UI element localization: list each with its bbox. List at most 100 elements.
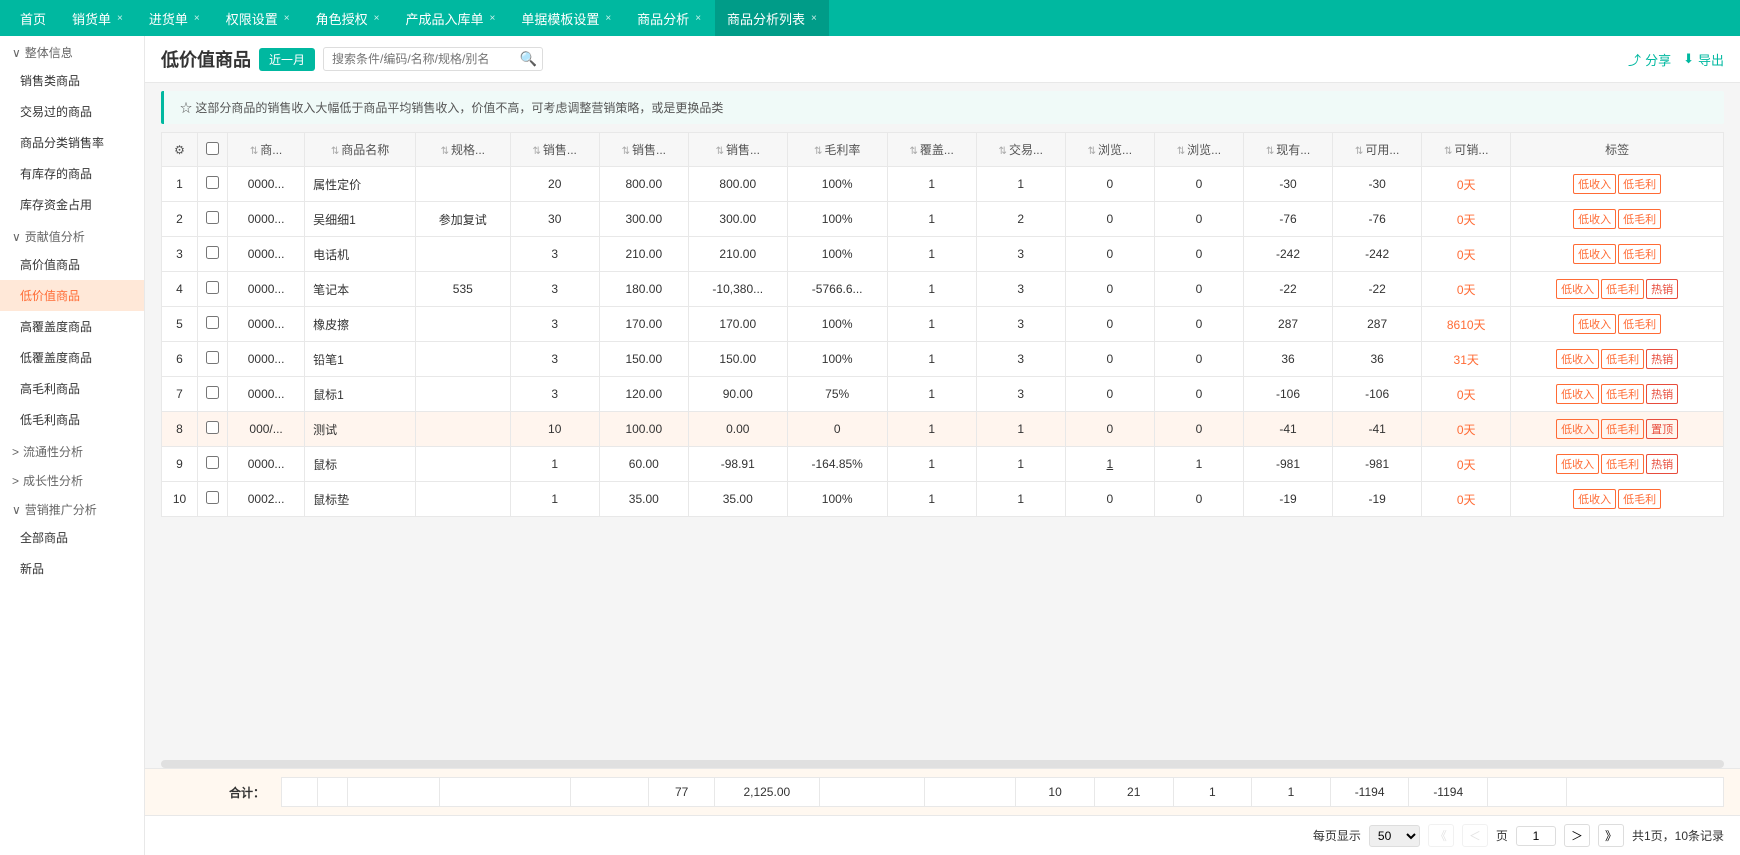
sidebar-item-traded-products[interactable]: 交易过的商品 — [0, 96, 144, 127]
row-name[interactable]: 吴细细1 — [305, 202, 416, 237]
row-checkbox[interactable] — [198, 342, 228, 377]
nav-product-stock[interactable]: 产成品入库单 × — [393, 0, 507, 36]
sidebar-item-stock-capital[interactable]: 库存资金占用 — [0, 189, 144, 220]
nav-template-settings[interactable]: 单据模板设置 × — [509, 0, 623, 36]
sidebar-item-high-coverage[interactable]: 高覆盖度商品 — [0, 311, 144, 342]
row-select-checkbox[interactable] — [206, 421, 219, 434]
col-name[interactable]: 商品名称 — [305, 133, 416, 167]
search-input[interactable] — [323, 47, 543, 71]
nav-home[interactable]: 首页 — [8, 0, 58, 36]
next-page-button[interactable]: ＞ — [1564, 824, 1590, 847]
period-button[interactable]: 近一月 — [259, 48, 315, 71]
nav-permissions[interactable]: 权限设置 × — [214, 0, 302, 36]
sidebar-item-all-products[interactable]: 全部商品 — [0, 522, 144, 553]
row-select-checkbox[interactable] — [206, 246, 219, 259]
col-stock3[interactable]: 可销... — [1422, 133, 1511, 167]
row-name[interactable]: 测试 — [305, 412, 416, 447]
sidebar-item-category-rate[interactable]: 商品分类销售率 — [0, 127, 144, 158]
settings-icon[interactable]: ⚙ — [174, 143, 185, 157]
sidebar-group-growth[interactable]: > 成长性分析 — [0, 464, 144, 493]
row-select-checkbox[interactable] — [206, 211, 219, 224]
col-browse1[interactable]: 浏览... — [1065, 133, 1154, 167]
row-name[interactable]: 电话机 — [305, 237, 416, 272]
row-checkbox[interactable] — [198, 412, 228, 447]
nav-close-product-analysis[interactable]: × — [695, 13, 701, 24]
row-browse1[interactable]: 0 — [1065, 307, 1154, 342]
sidebar-group-overall[interactable]: ∨ 整体信息 — [0, 36, 144, 65]
nav-product-analysis-list[interactable]: 商品分析列表 × — [715, 0, 829, 36]
nav-sales-order[interactable]: 销货单 × — [60, 0, 135, 36]
nav-purchase-order[interactable]: 进货单 × — [137, 0, 212, 36]
row-name[interactable]: 铅笔1 — [305, 342, 416, 377]
col-stock2[interactable]: 可用... — [1333, 133, 1422, 167]
row-select-checkbox[interactable] — [206, 176, 219, 189]
row-select-checkbox[interactable] — [206, 386, 219, 399]
row-name[interactable]: 鼠标垫 — [305, 482, 416, 517]
row-checkbox[interactable] — [198, 377, 228, 412]
col-stock1[interactable]: 现有... — [1243, 133, 1332, 167]
row-checkbox[interactable] — [198, 447, 228, 482]
first-page-button[interactable]: 《 — [1428, 824, 1454, 847]
col-amount[interactable]: 销售... — [599, 133, 688, 167]
sidebar-group-marketing[interactable]: ∨ 营销推广分析 — [0, 493, 144, 522]
col-margin[interactable]: 毛利率 — [787, 133, 887, 167]
page-size-select[interactable]: 50 10 20 100 — [1369, 825, 1420, 847]
page-number-input[interactable] — [1516, 826, 1556, 846]
row-browse1[interactable]: 0 — [1065, 412, 1154, 447]
sidebar-group-circulation[interactable]: > 流通性分析 — [0, 435, 144, 464]
row-name[interactable]: 笔记本 — [305, 272, 416, 307]
row-browse1[interactable]: 0 — [1065, 342, 1154, 377]
row-name[interactable]: 鼠标 — [305, 447, 416, 482]
share-button[interactable]: ⤴ 分享 — [1628, 50, 1671, 69]
row-checkbox[interactable] — [198, 307, 228, 342]
row-browse1[interactable]: 0 — [1065, 167, 1154, 202]
sidebar-item-high-value[interactable]: 高价值商品 — [0, 249, 144, 280]
row-select-checkbox[interactable] — [206, 316, 219, 329]
row-select-checkbox[interactable] — [206, 456, 219, 469]
sidebar-item-sales-products[interactable]: 销售类商品 — [0, 65, 144, 96]
nav-close-product-analysis-list[interactable]: × — [811, 13, 817, 24]
table-wrapper[interactable]: ⚙ 商... 商品名称 规格... 销售... 销售... 销售... 毛利率 … — [145, 132, 1740, 760]
nav-product-analysis[interactable]: 商品分析 × — [625, 0, 713, 36]
select-all-checkbox[interactable] — [206, 142, 219, 155]
sidebar-item-low-margin[interactable]: 低毛利商品 — [0, 404, 144, 435]
row-checkbox[interactable] — [198, 272, 228, 307]
row-checkbox[interactable] — [198, 237, 228, 272]
row-name[interactable]: 鼠标1 — [305, 377, 416, 412]
nav-role-auth[interactable]: 角色授权 × — [304, 0, 392, 36]
sidebar-item-low-coverage[interactable]: 低覆盖度商品 — [0, 342, 144, 373]
sidebar-group-contribution[interactable]: ∨ 贡献值分析 — [0, 220, 144, 249]
prev-page-button[interactable]: ＜ — [1462, 824, 1488, 847]
row-name[interactable]: 橡皮擦 — [305, 307, 416, 342]
row-browse1[interactable]: 0 — [1065, 237, 1154, 272]
export-button[interactable]: ⬇ 导出 — [1683, 50, 1724, 69]
row-checkbox[interactable] — [198, 167, 228, 202]
nav-close-purchase[interactable]: × — [194, 13, 200, 24]
row-browse1[interactable]: 0 — [1065, 202, 1154, 237]
col-trade[interactable]: 交易... — [976, 133, 1065, 167]
row-browse1[interactable]: 0 — [1065, 482, 1154, 517]
row-name[interactable]: 属性定价 — [305, 167, 416, 202]
row-checkbox[interactable] — [198, 482, 228, 517]
nav-close-permissions[interactable]: × — [284, 13, 290, 24]
horizontal-scrollbar[interactable] — [161, 760, 1724, 768]
sidebar-item-stock-products[interactable]: 有库存的商品 — [0, 158, 144, 189]
row-select-checkbox[interactable] — [206, 491, 219, 504]
col-spec[interactable]: 规格... — [415, 133, 510, 167]
sidebar-item-new-products[interactable]: 新品 — [0, 553, 144, 584]
col-qty[interactable]: 销售... — [510, 133, 599, 167]
col-cover[interactable]: 覆盖... — [887, 133, 976, 167]
col-code[interactable]: 商... — [228, 133, 305, 167]
row-browse1[interactable]: 0 — [1065, 272, 1154, 307]
col-settings[interactable]: ⚙ — [162, 133, 198, 167]
row-browse1[interactable]: 0 — [1065, 377, 1154, 412]
nav-close-sales-order[interactable]: × — [117, 13, 123, 24]
row-select-checkbox[interactable] — [206, 281, 219, 294]
nav-close-product-stock[interactable]: × — [489, 13, 495, 24]
nav-close-template[interactable]: × — [605, 13, 611, 24]
last-page-button[interactable]: 》 — [1598, 824, 1624, 847]
col-browse2[interactable]: 浏览... — [1154, 133, 1243, 167]
sidebar-item-low-value[interactable]: 低价值商品 — [0, 280, 144, 311]
row-checkbox[interactable] — [198, 202, 228, 237]
row-browse1[interactable]: 1 — [1065, 447, 1154, 482]
